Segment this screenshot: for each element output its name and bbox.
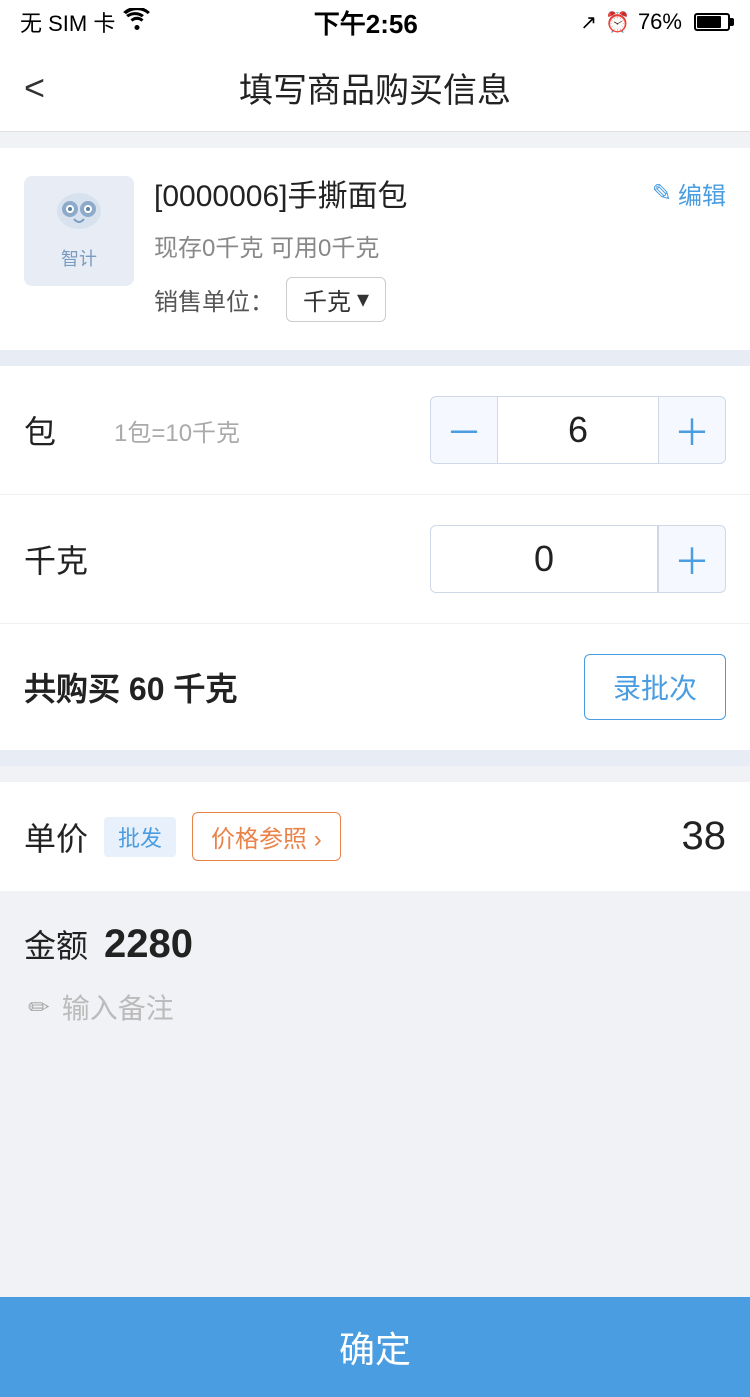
- section-divider-1: [0, 350, 750, 366]
- status-carrier: 无 SIM 卡: [20, 6, 151, 38]
- note-placeholder: 输入备注: [62, 987, 174, 1027]
- battery-percentage: 76%: [638, 9, 682, 35]
- edit-icon: ✎: [652, 179, 672, 208]
- amount-label: 金额: [24, 921, 88, 967]
- product-unit-row: 销售单位： 千克 ▾: [154, 277, 726, 322]
- summary-amount: 60: [129, 671, 165, 707]
- back-button[interactable]: <: [24, 67, 45, 109]
- empty-space: [0, 1037, 750, 1297]
- product-stock: 现存0千克 可用0千克: [154, 228, 726, 263]
- product-section: 智计 [0000006]手撕面包 现存0千克 可用0千克 销售单位： 千克 ▾ …: [0, 148, 750, 350]
- edit-button[interactable]: ✎ 编辑: [652, 176, 726, 211]
- amount-row: 金额 2280: [24, 921, 726, 967]
- bao-hint: 1包=10千克: [114, 413, 430, 448]
- note-row[interactable]: ✏ 输入备注: [24, 987, 726, 1027]
- amount-value: 2280: [104, 922, 193, 967]
- bao-label: 包: [24, 407, 104, 453]
- quantity-section: 包 1包=10千克 － ＋ 千克 ＋ 共购买 60 千克 录批次: [0, 366, 750, 750]
- bao-quantity-row: 包 1包=10千克 － ＋: [0, 366, 750, 495]
- page-title: 填写商品购买信息: [239, 63, 511, 112]
- summary-row: 共购买 60 千克 录批次: [0, 624, 750, 750]
- battery-icon: [694, 13, 730, 31]
- status-bar: 无 SIM 卡 下午2:56 ↗ ⏰ 76%: [0, 0, 750, 44]
- bao-quantity-control: － ＋: [430, 396, 726, 464]
- unit-dropdown-icon: ▾: [357, 285, 369, 314]
- unit-selector[interactable]: 千克 ▾: [286, 277, 386, 322]
- product-image: 智计: [24, 176, 134, 286]
- bao-quantity-input[interactable]: [498, 396, 658, 464]
- kg-plus-button[interactable]: ＋: [658, 525, 726, 593]
- product-logo-text: 智计: [61, 245, 97, 271]
- summary-prefix: 共购买: [24, 671, 120, 707]
- summary-text: 共购买 60 千克: [24, 664, 237, 710]
- price-label: 单价: [24, 814, 88, 860]
- unit-label: 销售单位：: [154, 282, 274, 317]
- edit-label: 编辑: [678, 176, 726, 211]
- product-info: [0000006]手撕面包 现存0千克 可用0千克 销售单位： 千克 ▾: [154, 176, 726, 322]
- bao-minus-button[interactable]: －: [430, 396, 498, 464]
- kg-quantity-row: 千克 ＋: [0, 495, 750, 624]
- location-icon: ↗: [580, 10, 597, 35]
- price-ref-button[interactable]: 价格参照 ›: [192, 812, 341, 861]
- carrier-text: 无 SIM 卡: [20, 6, 115, 38]
- price-tag: 批发: [104, 817, 176, 857]
- bao-plus-button[interactable]: ＋: [658, 396, 726, 464]
- record-batch-button[interactable]: 录批次: [584, 654, 726, 720]
- kg-quantity-input[interactable]: [430, 525, 658, 593]
- price-section: 单价 批发 价格参照 › 38: [0, 782, 750, 891]
- status-time: 下午2:56: [314, 4, 418, 41]
- amount-section: 金额 2280 ✏ 输入备注: [0, 891, 750, 1037]
- wifi-icon: [123, 8, 151, 36]
- summary-unit: 千克: [173, 671, 237, 707]
- kg-label: 千克: [24, 536, 104, 582]
- confirm-button[interactable]: 确定: [0, 1297, 750, 1397]
- nav-bar: < 填写商品购买信息: [0, 44, 750, 132]
- kg-quantity-control: ＋: [430, 525, 726, 593]
- unit-value: 千克: [303, 282, 351, 317]
- alarm-icon: ⏰: [605, 10, 630, 35]
- price-value: 38: [682, 814, 727, 859]
- product-logo-icon: [54, 191, 104, 241]
- note-icon: ✏: [28, 992, 50, 1023]
- status-indicators: ↗ ⏰ 76%: [580, 9, 730, 35]
- section-divider-2: [0, 750, 750, 766]
- product-name: [0000006]手撕面包: [154, 176, 726, 218]
